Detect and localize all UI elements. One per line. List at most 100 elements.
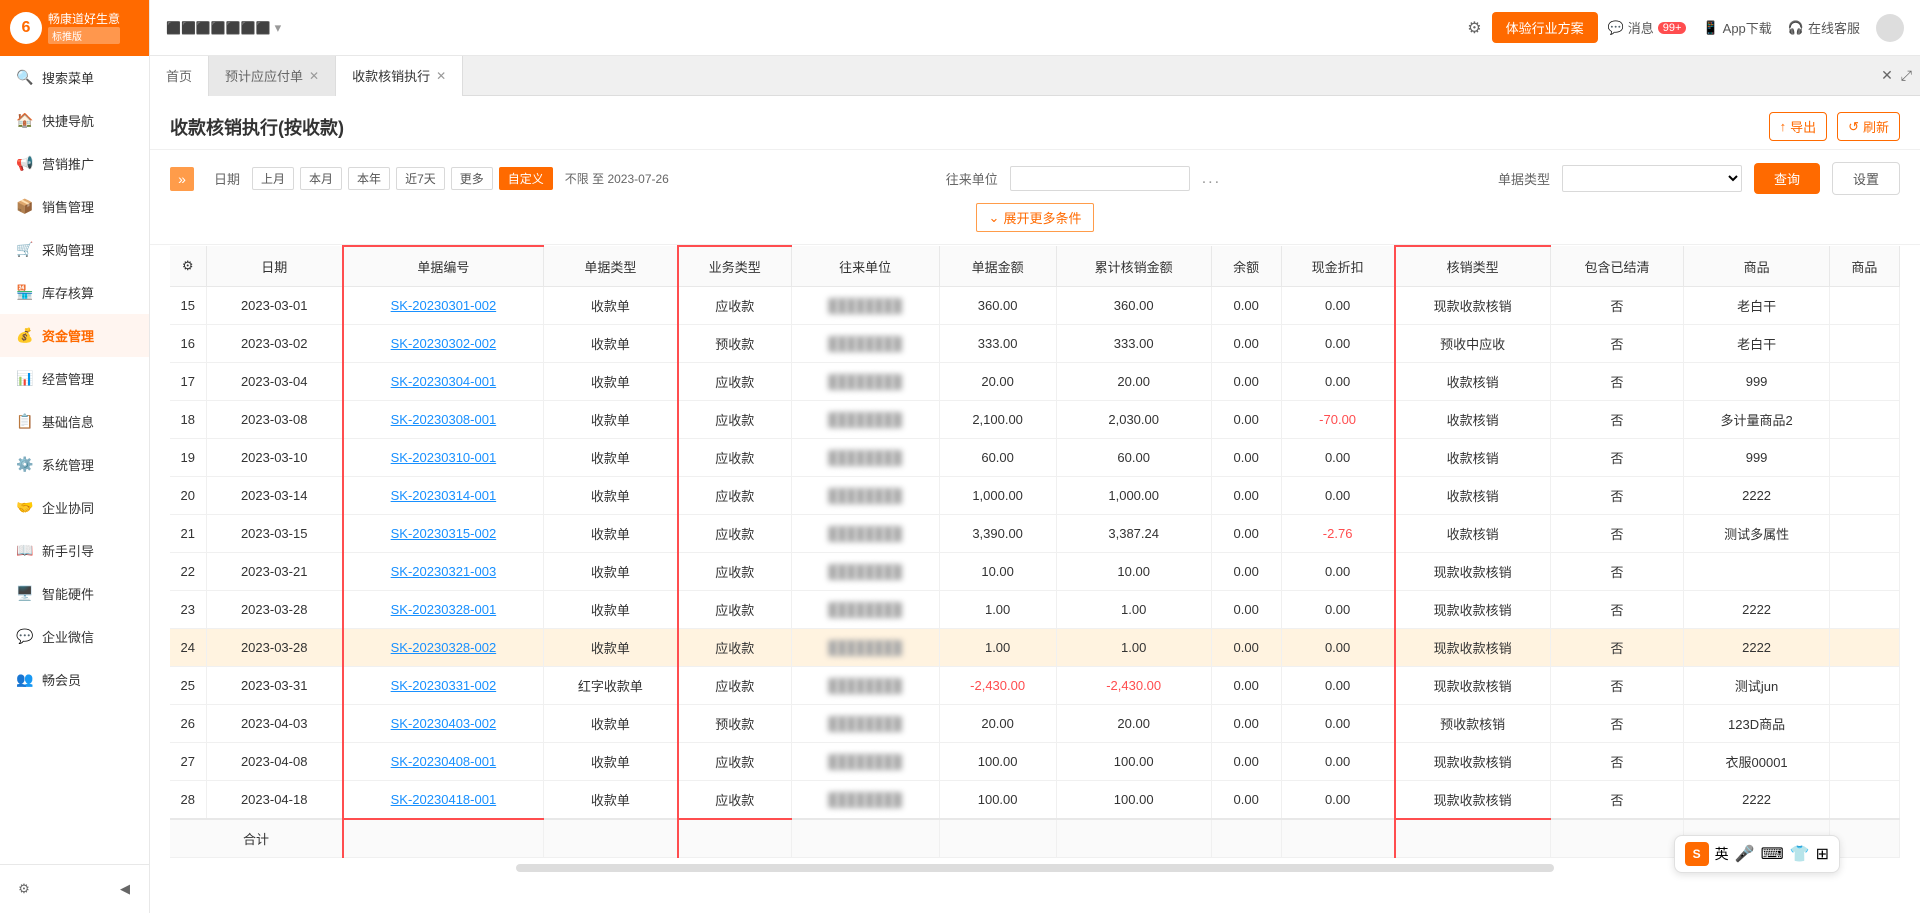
row-verify-type: 收款核销 [1395,401,1551,439]
row-discount: 0.00 [1281,705,1394,743]
sidebar-item-quick-nav[interactable]: 🏠快捷导航 [0,99,149,142]
mic-icon[interactable]: 🎤 [1735,844,1755,864]
row-amount: 20.00 [939,705,1056,743]
bill-no-link[interactable]: SK-20230328-002 [391,640,497,655]
row-discount: -70.00 [1281,401,1394,439]
expand-conditions-button[interactable]: ⌄ 展开更多条件 [976,203,1095,232]
collapse-icon[interactable]: ◀ [111,875,139,903]
bill-no-link[interactable]: SK-20230418-001 [391,792,497,807]
row-accum: 1,000.00 [1056,477,1211,515]
row-num: 20 [170,477,206,515]
row-partner: ████████ [791,363,939,401]
row-bill-no: SK-20230418-001 [343,781,544,820]
sidebar-item-purchase[interactable]: 🛒采购管理 [0,228,149,271]
sidebar-label-hardware: 智能硬件 [42,584,94,603]
bill-no-link[interactable]: SK-20230302-002 [391,336,497,351]
keyboard-icon[interactable]: ⌨ [1761,844,1784,864]
row-verify-type: 现款收款核销 [1395,781,1551,820]
bill-no-link[interactable]: SK-20230331-002 [391,678,497,693]
col-settings[interactable]: ⚙ [170,246,206,287]
row-biz-type: 应收款 [678,553,791,591]
date-btn-this-year[interactable]: 本年 [348,167,390,190]
row-goods: 老白干 [1684,287,1829,325]
date-btn-7days[interactable]: 近7天 [396,167,445,190]
sidebar-item-marketing[interactable]: 📢营销推广 [0,142,149,185]
sidebar-item-system[interactable]: ⚙️系统管理 [0,443,149,486]
row-date: 2023-03-02 [206,325,343,363]
online-service-item[interactable]: 🎧 在线客服 [1788,18,1860,37]
row-bill-no: SK-20230403-002 [343,705,544,743]
row-balance: 0.00 [1211,401,1281,439]
sidebar-item-sales[interactable]: 📦销售管理 [0,185,149,228]
row-num: 16 [170,325,206,363]
bill-no-link[interactable]: SK-20230314-001 [391,488,497,503]
sidebar-item-wechat[interactable]: 💬企业微信 [0,615,149,658]
apps-icon[interactable]: ⊞ [1816,844,1829,864]
row-biz-type: 应收款 [678,515,791,553]
bill-no-link[interactable]: SK-20230304-001 [391,374,497,389]
filter-collapse-btn[interactable]: » [170,167,194,191]
sidebar-item-finance[interactable]: 💰资金管理 [0,314,149,357]
row-date: 2023-03-28 [206,629,343,667]
tab-prepay-close[interactable]: ✕ [309,69,319,83]
gear-icon[interactable]: ⚙ [1467,18,1481,38]
sidebar-item-member[interactable]: 👥畅会员 [0,658,149,701]
sidebar-label-finance: 资金管理 [42,326,94,345]
sidebar-item-guide[interactable]: 📖新手引导 [0,529,149,572]
filter-dots[interactable]: ... [1202,170,1221,188]
col-balance: 余额 [1211,246,1281,287]
bill-no-link[interactable]: SK-20230310-001 [391,450,497,465]
tabbar-actions: ✕ ⤢ [1873,67,1920,84]
row-bill-type: 收款单 [543,401,677,439]
page-content: 收款核销执行(按收款) ↑ 导出 ↺ 刷新 » [150,96,1920,913]
sidebar-item-basic[interactable]: 📋基础信息 [0,400,149,443]
export-button[interactable]: ↑ 导出 [1769,112,1828,141]
messages-item[interactable]: 💬 消息 99+ [1608,18,1687,37]
sidebar-item-inventory[interactable]: 🏪库存核算 [0,271,149,314]
row-num: 26 [170,705,206,743]
bill-no-link[interactable]: SK-20230321-003 [391,564,497,579]
bill-no-link[interactable]: SK-20230301-002 [391,298,497,313]
row-balance: 0.00 [1211,515,1281,553]
bill-no-link[interactable]: SK-20230315-002 [391,526,497,541]
sidebar-item-enterprise[interactable]: 🤝企业协同 [0,486,149,529]
sidebar-item-operation[interactable]: 📊经营管理 [0,357,149,400]
user-avatar[interactable] [1876,14,1904,42]
tab-collection-close[interactable]: ✕ [436,69,446,83]
row-date: 2023-03-14 [206,477,343,515]
row-bill-no: SK-20230328-001 [343,591,544,629]
date-btn-this-month[interactable]: 本月 [300,167,342,190]
app-download-item[interactable]: 📱 App下载 [1702,18,1771,37]
solution-button[interactable]: 体验行业方案 [1492,12,1598,43]
date-btn-custom[interactable]: 自定义 [499,167,553,190]
row-amount: 1,000.00 [939,477,1056,515]
row-verify-type: 现款收款核销 [1395,591,1551,629]
refresh-button[interactable]: ↺ 刷新 [1837,112,1900,141]
sidebar-item-hardware[interactable]: 🖥️智能硬件 [0,572,149,615]
bill-type-label: 单据类型 [1498,169,1550,188]
row-accum: 60.00 [1056,439,1211,477]
tab-home[interactable]: 首页 [150,56,209,96]
date-label: 日期 [214,169,240,188]
close-tab-icon[interactable]: ✕ [1881,67,1893,84]
expand-tab-icon[interactable]: ⤢ [1901,67,1912,84]
sidebar-item-search[interactable]: 🔍搜索菜单 [0,56,149,99]
settings-icon[interactable]: ⚙ [10,875,38,903]
query-button[interactable]: 查询 [1754,163,1820,194]
bill-no-link[interactable]: SK-20230408-001 [391,754,497,769]
shirt-icon[interactable]: 👕 [1790,844,1810,864]
settings-button[interactable]: 设置 [1832,162,1900,195]
date-btn-more[interactable]: 更多 [451,167,493,190]
tab-prepay[interactable]: 预计应应付单 ✕ [209,56,336,96]
tab-collection[interactable]: 收款核销执行 ✕ [336,56,463,96]
date-btn-last-month[interactable]: 上月 [252,167,294,190]
bill-no-link[interactable]: SK-20230403-002 [391,716,497,731]
row-discount: 0.00 [1281,781,1394,820]
bill-no-link[interactable]: SK-20230308-001 [391,412,497,427]
dropdown-arrow[interactable]: ▾ [275,20,282,36]
bill-no-link[interactable]: SK-20230328-001 [391,602,497,617]
row-num: 23 [170,591,206,629]
bill-type-select[interactable] [1562,165,1742,192]
row-accum: 360.00 [1056,287,1211,325]
partner-input[interactable] [1010,166,1190,191]
